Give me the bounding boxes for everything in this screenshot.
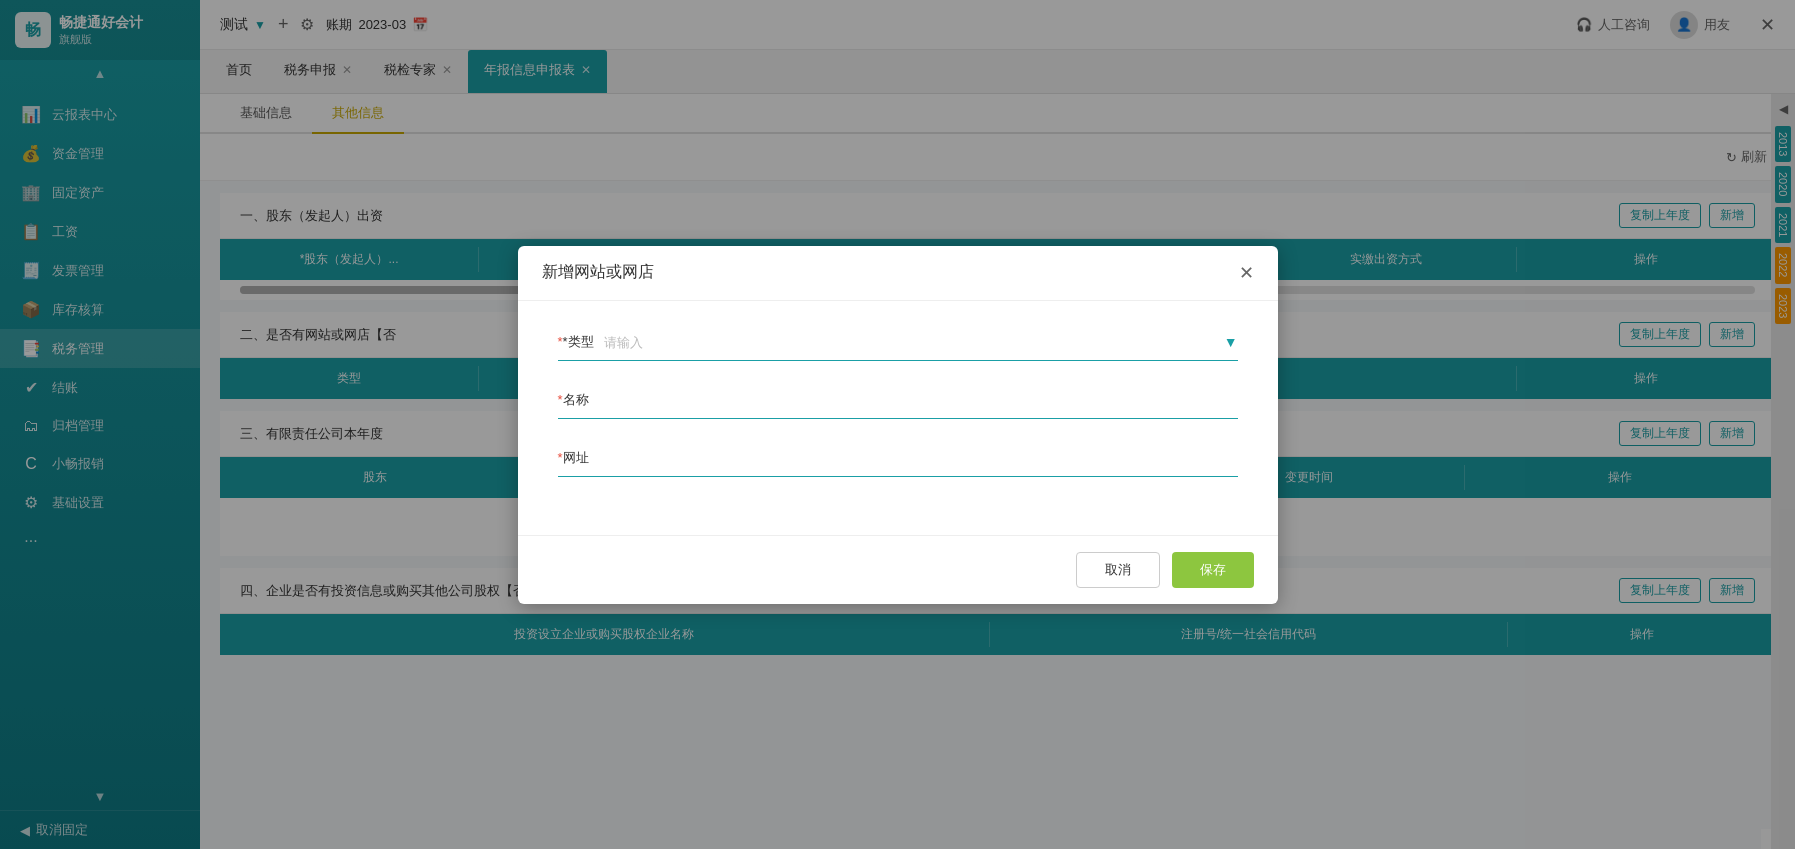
url-label: *网址 — [558, 449, 589, 467]
form-row-name: *名称 — [558, 389, 1238, 419]
modal-close-button[interactable]: ✕ — [1239, 262, 1254, 284]
form-group-url: *网址 — [558, 447, 1238, 477]
modal-add-website: 新增网站或网店 ✕ **类型 ▼ *名称 — [518, 246, 1278, 604]
modal-title: 新增网站或网店 — [542, 262, 654, 283]
name-input[interactable] — [599, 389, 1238, 412]
name-label: *名称 — [558, 391, 589, 409]
type-label: **类型 — [558, 333, 594, 351]
form-row-url: *网址 — [558, 447, 1238, 477]
modal-footer: 取消 保存 — [518, 535, 1278, 604]
cancel-button[interactable]: 取消 — [1076, 552, 1160, 588]
form-group-name: *名称 — [558, 389, 1238, 419]
url-input[interactable] — [599, 447, 1238, 470]
modal-body: **类型 ▼ *名称 *网址 — [518, 301, 1278, 535]
type-input[interactable] — [604, 331, 1224, 354]
save-button[interactable]: 保存 — [1172, 552, 1254, 588]
modal-header: 新增网站或网店 ✕ — [518, 246, 1278, 301]
form-row-type: **类型 ▼ — [558, 331, 1238, 361]
type-dropdown-icon[interactable]: ▼ — [1224, 334, 1238, 350]
form-group-type: **类型 ▼ — [558, 331, 1238, 361]
